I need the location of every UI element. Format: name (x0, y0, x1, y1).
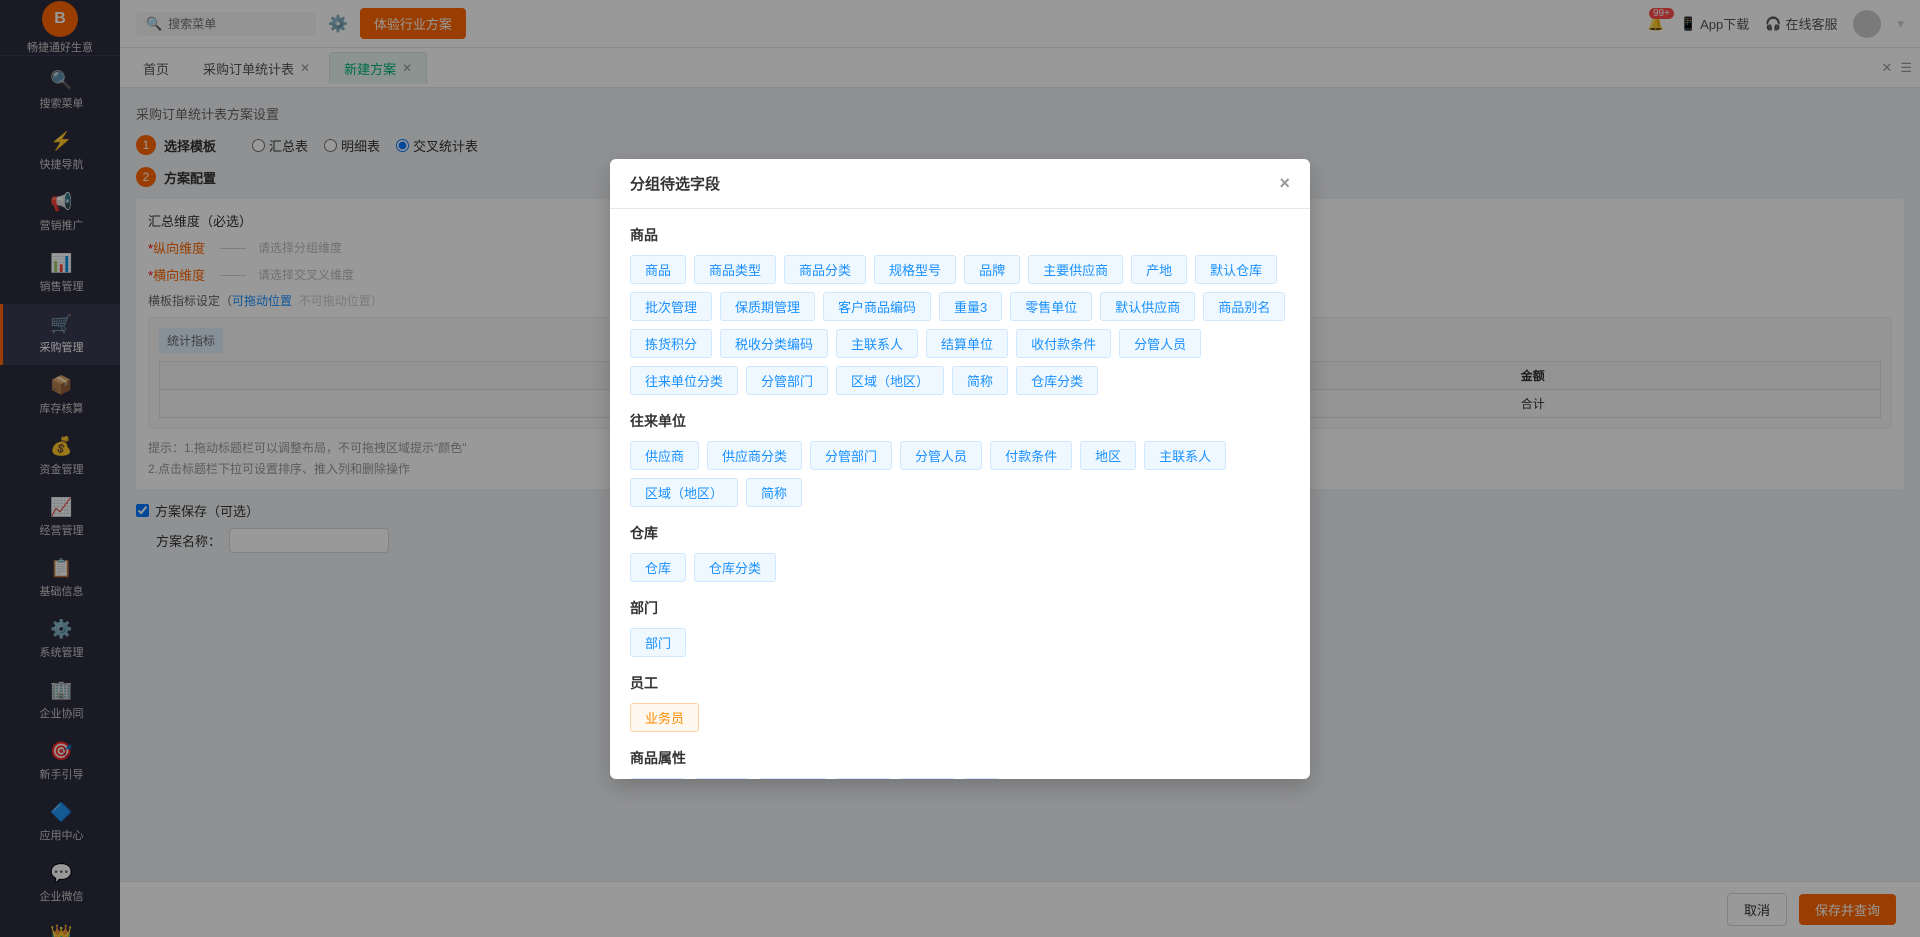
field-grid: 部门 (630, 628, 1290, 657)
field-tag[interactable]: 尺码 (835, 778, 891, 779)
field-tag[interactable]: 分管部门 (746, 366, 828, 395)
field-tag[interactable]: 主联系人 (1144, 441, 1226, 470)
field-tag[interactable]: 仓库分类 (1016, 366, 1098, 395)
field-tag[interactable]: 规格型号 (874, 255, 956, 284)
field-tag[interactable]: 多规格 (758, 778, 827, 779)
modal-title: 分组待选字段 (630, 173, 720, 194)
field-tag[interactable]: 分管人员 (900, 441, 982, 470)
field-tag[interactable]: 批次管理 (630, 292, 712, 321)
field-tag[interactable]: 简称 (746, 478, 802, 507)
field-tag[interactable]: 零售单位 (1010, 292, 1092, 321)
modal-section-title: 部门 (630, 598, 1290, 618)
field-tag[interactable]: 收付款条件 (1016, 329, 1111, 358)
field-tag[interactable]: 供应商 (630, 441, 699, 470)
field-tag[interactable]: 属性 (630, 778, 686, 779)
field-grid: 属性 颜色 多规格 尺码 鞋码 1 (630, 778, 1290, 779)
field-tag[interactable]: 分管部门 (810, 441, 892, 470)
modal-section-title: 商品 (630, 225, 1290, 245)
modal-header: 分组待选字段 × (610, 159, 1310, 209)
field-tag[interactable]: 业务员 (630, 703, 699, 732)
field-tag[interactable]: 1 (963, 778, 1000, 779)
field-tag[interactable]: 主联系人 (836, 329, 918, 358)
field-tag[interactable]: 商品别名 (1203, 292, 1285, 321)
modal-section-title: 员工 (630, 673, 1290, 693)
modal-dialog: 分组待选字段 × 商品商品商品类型商品分类规格型号品牌主要供应商产地默认仓库批次… (610, 159, 1310, 779)
field-tag[interactable]: 鞋码 (899, 778, 955, 779)
field-tag[interactable]: 商品 (630, 255, 686, 284)
field-tag[interactable]: 默认供应商 (1100, 292, 1195, 321)
field-tag[interactable]: 仓库 (630, 553, 686, 582)
field-tag[interactable]: 仓库分类 (694, 553, 776, 582)
field-tag[interactable]: 结算单位 (926, 329, 1008, 358)
modal-close-button[interactable]: × (1279, 173, 1290, 194)
field-tag[interactable]: 产地 (1131, 255, 1187, 284)
field-tag[interactable]: 拣货积分 (630, 329, 712, 358)
field-tag[interactable]: 保质期管理 (720, 292, 815, 321)
field-grid: 商品商品类型商品分类规格型号品牌主要供应商产地默认仓库批次管理保质期管理客户商品… (630, 255, 1290, 395)
field-tag[interactable]: 区域（地区） (836, 366, 944, 395)
field-tag[interactable]: 分管人员 (1119, 329, 1201, 358)
field-tag[interactable]: 颜色 (694, 778, 750, 779)
field-tag[interactable]: 默认仓库 (1195, 255, 1277, 284)
modal-body: 商品商品商品类型商品分类规格型号品牌主要供应商产地默认仓库批次管理保质期管理客户… (610, 209, 1310, 779)
field-grid: 仓库仓库分类 (630, 553, 1290, 582)
field-tag[interactable]: 商品类型 (694, 255, 776, 284)
modal-section-title: 仓库 (630, 523, 1290, 543)
field-tag[interactable]: 主要供应商 (1028, 255, 1123, 284)
field-tag[interactable]: 往来单位分类 (630, 366, 738, 395)
modal-section-title: 商品属性 (630, 748, 1290, 768)
field-tag[interactable]: 重量3 (939, 292, 1002, 321)
field-tag[interactable]: 客户商品编码 (823, 292, 931, 321)
field-tag[interactable]: 品牌 (964, 255, 1020, 284)
field-grid: 业务员 (630, 703, 1290, 732)
field-tag[interactable]: 地区 (1080, 441, 1136, 470)
field-tag[interactable]: 供应商分类 (707, 441, 802, 470)
field-tag[interactable]: 商品分类 (784, 255, 866, 284)
field-tag[interactable]: 区域（地区） (630, 478, 738, 507)
field-tag[interactable]: 税收分类编码 (720, 329, 828, 358)
field-tag[interactable]: 部门 (630, 628, 686, 657)
field-grid: 供应商供应商分类分管部门分管人员付款条件地区主联系人区域（地区） 简称 (630, 441, 1290, 507)
modal-section-title: 往来单位 (630, 411, 1290, 431)
modal-overlay: 分组待选字段 × 商品商品商品类型商品分类规格型号品牌主要供应商产地默认仓库批次… (0, 0, 1920, 937)
field-tag[interactable]: 付款条件 (990, 441, 1072, 470)
field-tag[interactable]: 简称 (952, 366, 1008, 395)
